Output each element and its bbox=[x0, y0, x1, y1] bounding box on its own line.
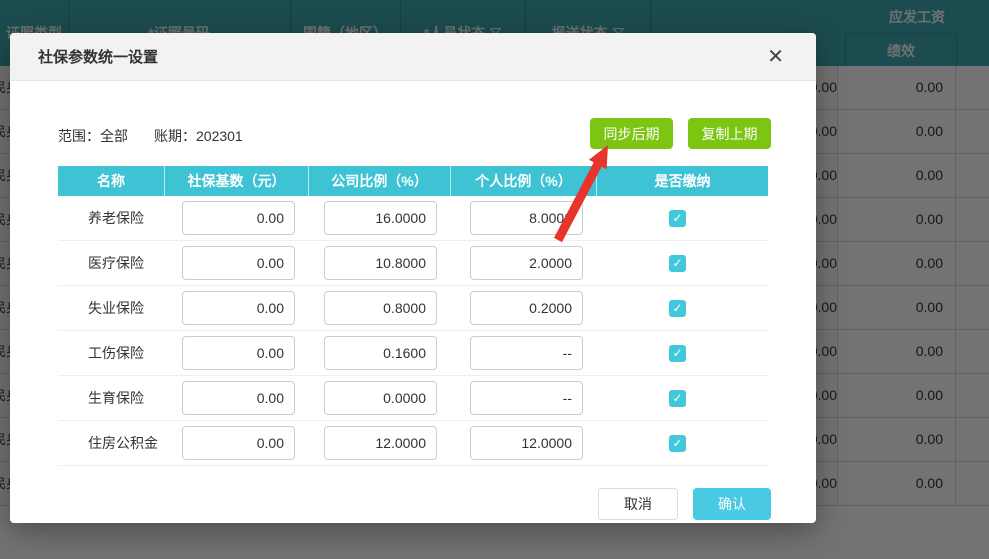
company-ratio-input[interactable] bbox=[324, 381, 437, 415]
personal-ratio-input[interactable] bbox=[470, 381, 583, 415]
pay-checkbox[interactable] bbox=[669, 344, 686, 362]
table-row-medical: 医疗保险 bbox=[58, 241, 768, 286]
row-label: 养老保险 bbox=[88, 210, 144, 226]
pay-checkbox[interactable] bbox=[669, 434, 686, 452]
company-ratio-input[interactable] bbox=[324, 336, 437, 370]
scope-period-info: 范围：全部 账期：202301 bbox=[58, 126, 243, 146]
personal-ratio-input[interactable] bbox=[470, 201, 583, 235]
close-icon[interactable]: ✕ bbox=[761, 45, 790, 69]
pay-checkbox[interactable] bbox=[669, 254, 686, 272]
base-input[interactable] bbox=[182, 426, 295, 460]
sync-later-periods-button[interactable]: 同步后期 bbox=[590, 118, 673, 149]
cancel-button[interactable]: 取消 bbox=[598, 488, 678, 520]
scope-value: 全部 bbox=[100, 128, 128, 144]
personal-ratio-input[interactable] bbox=[470, 291, 583, 325]
insurance-table-header: 名称 社保基数（元） 公司比例（%） 个人比例（%） 是否缴纳 bbox=[58, 166, 768, 196]
row-label: 工伤保险 bbox=[88, 345, 144, 361]
table-row-work-injury: 工伤保险 bbox=[58, 331, 768, 376]
table-row-housing-fund: 住房公积金 bbox=[58, 421, 768, 466]
header-name: 名称 bbox=[58, 166, 165, 196]
row-label: 住房公积金 bbox=[88, 435, 158, 451]
row-label: 医疗保险 bbox=[88, 255, 144, 271]
row-label: 失业保险 bbox=[88, 300, 144, 316]
insurance-table: 名称 社保基数（元） 公司比例（%） 个人比例（%） 是否缴纳 养老保险 医疗保… bbox=[58, 166, 768, 466]
confirm-button[interactable]: 确认 bbox=[693, 488, 771, 520]
company-ratio-input[interactable] bbox=[324, 246, 437, 280]
row-label: 生育保险 bbox=[88, 390, 144, 406]
dialog-titlebar: 社保参数统一设置 ✕ bbox=[10, 33, 816, 81]
period-label: 账期： bbox=[154, 128, 196, 144]
period-value: 202301 bbox=[196, 128, 243, 144]
copy-previous-period-button[interactable]: 复制上期 bbox=[688, 118, 771, 149]
table-row-maternity: 生育保险 bbox=[58, 376, 768, 421]
header-company-ratio: 公司比例（%） bbox=[309, 166, 451, 196]
scope-text: 范围：全部 bbox=[58, 126, 128, 146]
company-ratio-input[interactable] bbox=[324, 291, 437, 325]
header-base: 社保基数（元） bbox=[165, 166, 309, 196]
personal-ratio-input[interactable] bbox=[470, 246, 583, 280]
pay-checkbox[interactable] bbox=[669, 389, 686, 407]
base-input[interactable] bbox=[182, 381, 295, 415]
pay-checkbox[interactable] bbox=[669, 299, 686, 317]
period-text: 账期：202301 bbox=[154, 126, 243, 146]
dialog-body: 范围：全部 账期：202301 同步后期 复制上期 名称 社保基数（元） 公司比… bbox=[10, 81, 816, 523]
base-input[interactable] bbox=[182, 336, 295, 370]
header-personal-ratio: 个人比例（%） bbox=[451, 166, 597, 196]
dialog-title: 社保参数统一设置 bbox=[38, 49, 159, 66]
social-insurance-settings-dialog: 社保参数统一设置 ✕ 范围：全部 账期：202301 同步后期 复制上期 名称 … bbox=[10, 33, 816, 523]
table-row-pension: 养老保险 bbox=[58, 196, 768, 241]
header-pay-or-not: 是否缴纳 bbox=[654, 173, 711, 189]
company-ratio-input[interactable] bbox=[324, 201, 437, 235]
table-row-unemployment: 失业保险 bbox=[58, 286, 768, 331]
base-input[interactable] bbox=[182, 291, 295, 325]
company-ratio-input[interactable] bbox=[324, 426, 437, 460]
personal-ratio-input[interactable] bbox=[470, 426, 583, 460]
base-input[interactable] bbox=[182, 201, 295, 235]
pay-checkbox[interactable] bbox=[669, 209, 686, 227]
personal-ratio-input[interactable] bbox=[470, 336, 583, 370]
base-input[interactable] bbox=[182, 246, 295, 280]
scope-label: 范围： bbox=[58, 128, 100, 144]
